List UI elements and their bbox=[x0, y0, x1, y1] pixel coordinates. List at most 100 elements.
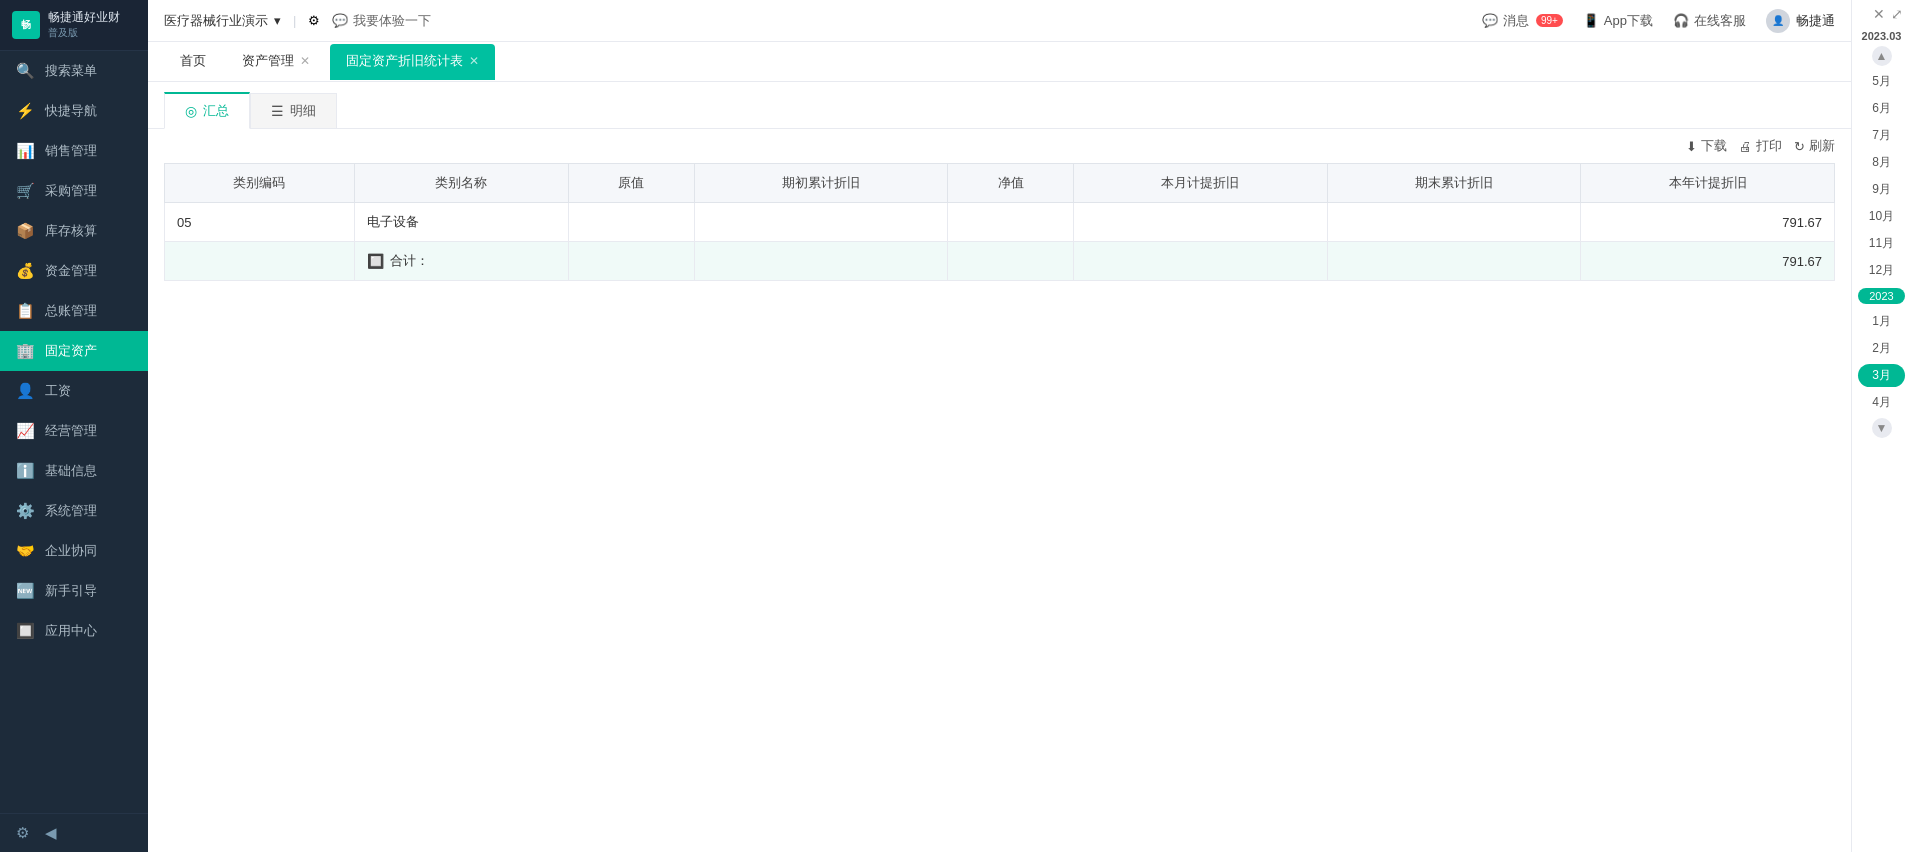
tab-asset-mgmt[interactable]: 资产管理 ✕ bbox=[226, 44, 326, 80]
col-init-depr: 期初累计折旧 bbox=[694, 164, 948, 203]
sales-icon: 📊 bbox=[16, 142, 35, 160]
service-btn[interactable]: 🎧 在线客服 bbox=[1673, 12, 1746, 30]
sidebar-item-search[interactable]: 🔍搜索菜单 bbox=[0, 51, 148, 91]
sidebar-item-cooperation[interactable]: 🤝企业协同 bbox=[0, 531, 148, 571]
tab-asset-label: 资产管理 bbox=[242, 52, 294, 70]
sub-tab-detail[interactable]: ☰ 明细 bbox=[250, 93, 337, 128]
message-btn[interactable]: 💬 消息 99+ bbox=[1482, 12, 1563, 30]
sidebar-item-funds[interactable]: 💰 资金管理 bbox=[0, 251, 148, 291]
avatar: 👤 bbox=[1766, 9, 1790, 33]
print-label: 打印 bbox=[1756, 137, 1782, 155]
col-monthly-depr: 本月计提折旧 bbox=[1073, 164, 1327, 203]
app-download-btn[interactable]: 📱 App下载 bbox=[1583, 12, 1653, 30]
col-end-depr: 期末累计折旧 bbox=[1327, 164, 1581, 203]
date-month-prev-6[interactable]: 6月 bbox=[1852, 95, 1911, 122]
sub-tab-summary[interactable]: ◎ 汇总 bbox=[164, 92, 250, 129]
cell-code: 05 bbox=[165, 203, 355, 242]
guide-label: 新手引导 bbox=[45, 582, 97, 600]
topbar-divider: | bbox=[293, 13, 296, 28]
data-table-wrap: 类别编码 类别名称 原值 期初累计折旧 净值 本月计提折旧 期末累计折旧 本年计… bbox=[148, 163, 1851, 852]
sidebar-item-quicknav[interactable]: ⚡快捷导航 bbox=[0, 91, 148, 131]
base-icon: ℹ️ bbox=[16, 462, 35, 480]
toolbar: ⬇ 下载 🖨 打印 ↻ 刷新 bbox=[148, 129, 1851, 163]
cell-end-depr bbox=[1327, 203, 1581, 242]
sidebar-item-ledger[interactable]: 📋总账管理 bbox=[0, 291, 148, 331]
salary-icon: 👤 bbox=[16, 382, 35, 400]
depreciation-table: 类别编码 类别名称 原值 期初累计折旧 净值 本月计提折旧 期末累计折旧 本年计… bbox=[164, 163, 1835, 281]
refresh-icon: ↻ bbox=[1794, 139, 1805, 154]
sidebar-item-guide[interactable]: 🆕新手引导 bbox=[0, 571, 148, 611]
settings-btn[interactable]: ⚙ bbox=[308, 13, 320, 28]
ledger-label: 总账管理 bbox=[45, 302, 97, 320]
date-month-prev-11[interactable]: 11月 bbox=[1852, 230, 1911, 257]
operation-icon: 📈 bbox=[16, 422, 35, 440]
panel-expand-btn[interactable]: ⤢ bbox=[1891, 6, 1903, 22]
sidebar-item-salary[interactable]: 👤 工资 bbox=[0, 371, 148, 411]
dropdown-icon: ▾ bbox=[274, 13, 281, 28]
date-month-2023-2[interactable]: 2月 bbox=[1852, 335, 1911, 362]
total-label-text: 合计： bbox=[390, 252, 429, 270]
date-nav-up[interactable]: ▲ bbox=[1872, 46, 1892, 66]
message-icon: 💬 bbox=[1482, 13, 1498, 28]
company-selector[interactable]: 医疗器械行业演示 ▾ bbox=[164, 12, 281, 30]
date-year-2023[interactable]: 2023 bbox=[1858, 288, 1905, 304]
base-label: 基础信息 bbox=[45, 462, 97, 480]
sidebar-item-fixed[interactable]: 🏢固定资产 bbox=[0, 331, 148, 371]
service-label: 在线客服 bbox=[1694, 12, 1746, 30]
user-menu[interactable]: 👤 畅捷通 bbox=[1766, 9, 1835, 33]
sidebar: 畅 畅捷通好业财 普及版 🔍搜索菜单⚡快捷导航📊销售管理🛒采购管理📦库存核算💰资… bbox=[0, 0, 148, 852]
settings-icon[interactable]: ⚙ bbox=[16, 824, 29, 842]
inventory-icon: 📦 bbox=[16, 222, 35, 240]
username: 畅捷通 bbox=[1796, 12, 1835, 30]
sidebar-item-system[interactable]: ⚙️系统管理 bbox=[0, 491, 148, 531]
tab-asset-close[interactable]: ✕ bbox=[300, 54, 310, 68]
collapse-icon[interactable]: ◀ bbox=[45, 824, 57, 842]
date-month-prev-9[interactable]: 9月 bbox=[1852, 176, 1911, 203]
col-code: 类别编码 bbox=[165, 164, 355, 203]
sidebar-nav: 🔍搜索菜单⚡快捷导航📊销售管理🛒采购管理📦库存核算 💰 资金管理 📋总账管理🏢固定资产… bbox=[0, 51, 148, 813]
sidebar-item-inventory[interactable]: 📦库存核算 bbox=[0, 211, 148, 251]
date-month-prev-8[interactable]: 8月 bbox=[1852, 149, 1911, 176]
tab-home[interactable]: 首页 bbox=[164, 44, 222, 80]
sidebar-item-purchase[interactable]: 🛒采购管理 bbox=[0, 171, 148, 211]
date-month-2023-3[interactable]: 3月 bbox=[1858, 364, 1905, 387]
app-icon: 📱 bbox=[1583, 13, 1599, 28]
tab-depreciation[interactable]: 固定资产折旧统计表 ✕ bbox=[330, 44, 495, 80]
sidebar-bottom: ⚙ ◀ bbox=[0, 813, 148, 852]
funds-label: 资金管理 bbox=[45, 262, 97, 280]
download-icon: ⬇ bbox=[1686, 139, 1697, 154]
date-month-2023-4[interactable]: 4月 bbox=[1852, 389, 1911, 416]
user-icon: 👤 bbox=[1772, 15, 1784, 26]
cell-monthly-depr bbox=[1073, 203, 1327, 242]
date-month-prev-5[interactable]: 5月 bbox=[1852, 68, 1911, 95]
current-date-label: 2023.03 bbox=[1852, 28, 1911, 44]
total-icon: 🔲 bbox=[367, 253, 384, 269]
tab-depreciation-close[interactable]: ✕ bbox=[469, 54, 479, 68]
search-label: 搜索菜单 bbox=[45, 62, 97, 80]
app-label: App下载 bbox=[1604, 12, 1653, 30]
message-label: 消息 bbox=[1503, 12, 1529, 30]
salary-label: 工资 bbox=[45, 382, 71, 400]
panel-close-btn[interactable]: ✕ bbox=[1873, 6, 1885, 22]
cooperation-icon: 🤝 bbox=[16, 542, 35, 560]
content-area: ◎ 汇总 ☰ 明细 ⬇ 下载 🖨 打印 ↻ 刷新 bbox=[148, 82, 1851, 852]
sidebar-item-sales[interactable]: 📊销售管理 bbox=[0, 131, 148, 171]
date-month-prev-7[interactable]: 7月 bbox=[1852, 122, 1911, 149]
print-btn[interactable]: 🖨 打印 bbox=[1739, 137, 1782, 155]
refresh-btn[interactable]: ↻ 刷新 bbox=[1794, 137, 1835, 155]
sidebar-item-base[interactable]: ℹ️ 基础信息 bbox=[0, 451, 148, 491]
sidebar-item-operation[interactable]: 📈经营管理 bbox=[0, 411, 148, 451]
purchase-label: 采购管理 bbox=[45, 182, 97, 200]
funds-icon: 💰 bbox=[16, 262, 35, 280]
experience-icon: 💬 bbox=[332, 13, 348, 28]
service-icon: 🎧 bbox=[1673, 13, 1689, 28]
download-btn[interactable]: ⬇ 下载 bbox=[1686, 137, 1727, 155]
date-month-2023-1[interactable]: 1月 bbox=[1852, 308, 1911, 335]
sidebar-item-apps[interactable]: 🔲应用中心 bbox=[0, 611, 148, 651]
logo-icon: 畅 bbox=[12, 11, 40, 39]
experience-btn[interactable]: 💬 我要体验一下 bbox=[332, 12, 431, 30]
date-month-prev-12[interactable]: 12月 bbox=[1852, 257, 1911, 284]
total-cell bbox=[165, 242, 355, 281]
date-month-prev-10[interactable]: 10月 bbox=[1852, 203, 1911, 230]
date-nav-down[interactable]: ▼ bbox=[1872, 418, 1892, 438]
